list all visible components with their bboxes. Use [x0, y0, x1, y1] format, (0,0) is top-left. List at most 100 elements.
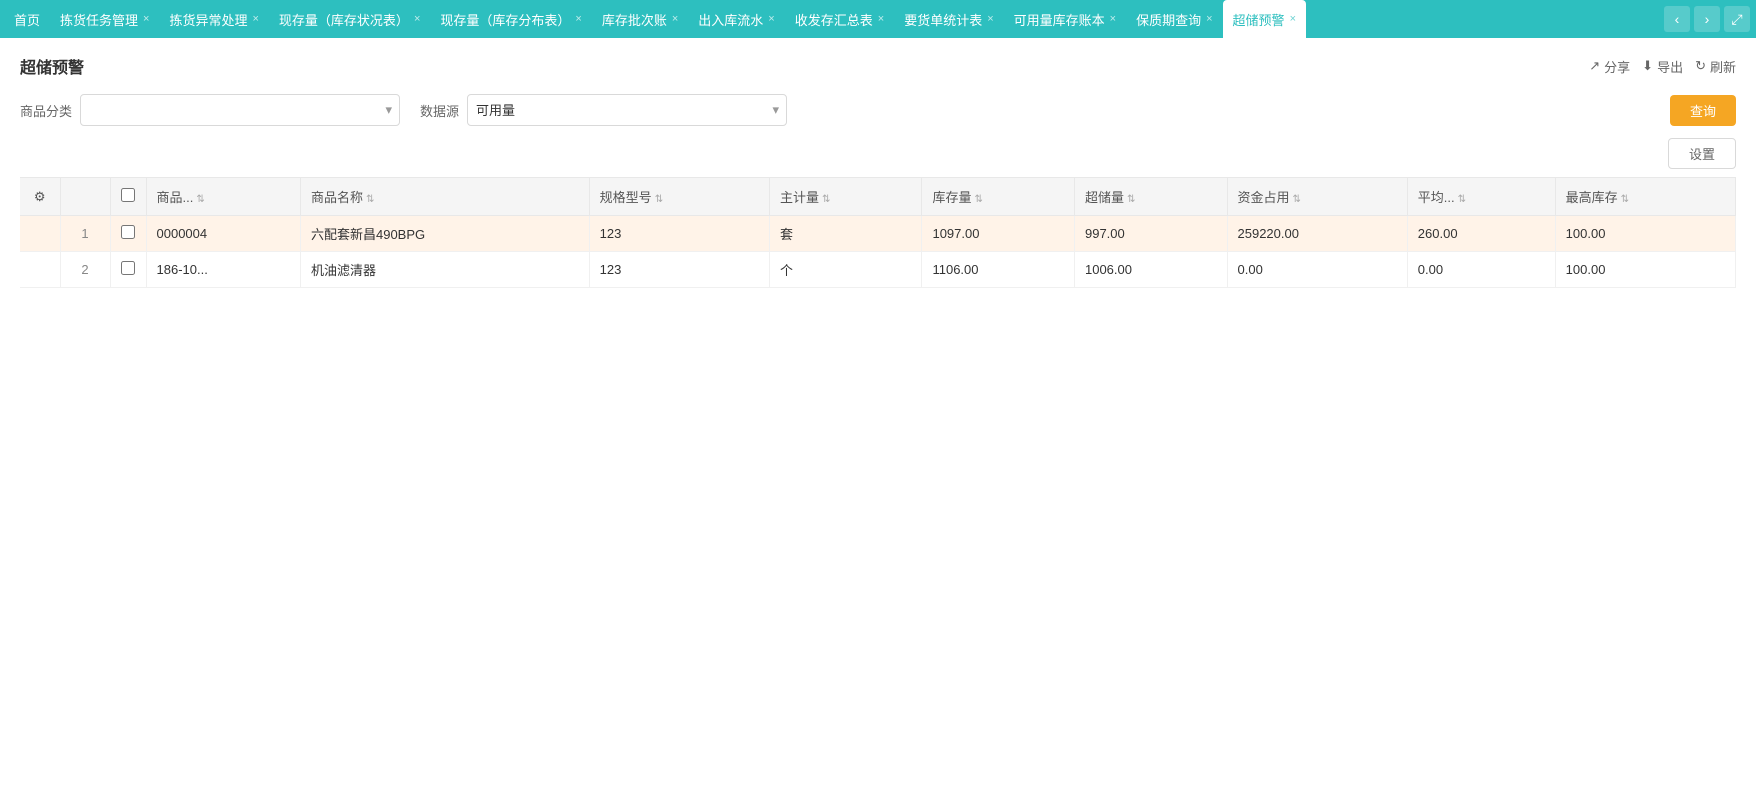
nav-prev-button[interactable]: ‹ [1664, 6, 1690, 32]
settings-col-header: ⚙ [20, 178, 60, 216]
page-header: 超储预警 ↗ 分享 ⬇ 导出 ↻ 刷新 [20, 54, 1736, 78]
refresh-icon: ↻ [1695, 58, 1706, 74]
sort-icon: ⇅ [974, 194, 982, 205]
nav-next-button[interactable]: › [1694, 6, 1720, 32]
nav-item-batch[interactable]: 库存批次账 × [592, 0, 688, 38]
checkbox-col-header [110, 178, 146, 216]
nav-item-stock-status[interactable]: 现存量（库存状况表） × [269, 0, 430, 38]
datasource-select[interactable]: 可用量 [467, 94, 787, 126]
share-button[interactable]: ↗ 分享 [1589, 57, 1630, 76]
close-icon[interactable]: × [672, 13, 678, 25]
nav-item-demand[interactable]: 要货单统计表 × [894, 0, 1003, 38]
close-icon[interactable]: × [1206, 13, 1212, 25]
nav-item-available[interactable]: 可用量库存账本 × [1004, 0, 1126, 38]
overstock-cell: 997.00 [1074, 216, 1227, 252]
capital-cell: 259220.00 [1227, 216, 1407, 252]
unit-col-header[interactable]: 主计量⇅ [769, 178, 922, 216]
stock-cell: 1106.00 [922, 252, 1075, 288]
row-index-cell: 2 [60, 252, 110, 288]
close-icon[interactable]: × [878, 13, 884, 25]
row-checkbox-cell [110, 216, 146, 252]
page-title: 超储预警 [20, 54, 84, 78]
max-stock-cell: 100.00 [1555, 216, 1735, 252]
category-select-wrapper [80, 94, 400, 126]
product-code-cell: 0000004 [146, 216, 300, 252]
unit-cell: 套 [769, 216, 922, 252]
sort-icon: ⇅ [1127, 194, 1135, 205]
close-icon[interactable]: × [252, 13, 258, 25]
spec-cell: 123 [589, 216, 769, 252]
overstock-col-header[interactable]: 超储量⇅ [1074, 178, 1227, 216]
stock-col-header[interactable]: 库存量⇅ [922, 178, 1075, 216]
close-icon[interactable]: × [414, 13, 420, 25]
nav-item-task[interactable]: 拣货任务管理 × [50, 0, 159, 38]
row-settings-cell [20, 216, 60, 252]
table-container: ⚙ 商品...⇅ 商品名称⇅ 规格型号⇅ [20, 177, 1736, 288]
table-header-row: ⚙ 商品...⇅ 商品名称⇅ 规格型号⇅ [20, 178, 1736, 216]
max-stock-cell: 100.00 [1555, 252, 1735, 288]
category-select[interactable] [80, 94, 400, 126]
spec-col-header[interactable]: 规格型号⇅ [589, 178, 769, 216]
nav-item-exception[interactable]: 拣货异常处理 × [159, 0, 268, 38]
stock-cell: 1097.00 [922, 216, 1075, 252]
close-icon[interactable]: × [1110, 13, 1116, 25]
datasource-label: 数据源 [420, 101, 459, 120]
product-code-cell: 186-10... [146, 252, 300, 288]
close-icon[interactable]: × [1290, 13, 1296, 25]
unit-cell: 个 [769, 252, 922, 288]
max-stock-col-header[interactable]: 最高库存⇅ [1555, 178, 1735, 216]
export-icon: ⬇ [1642, 58, 1653, 74]
filter-section: 商品分类 数据源 可用量 查询 设置 [20, 94, 1736, 169]
query-button[interactable]: 查询 [1670, 95, 1736, 126]
table-body: 1 0000004 六配套新昌490BPG 123 套 1097.00 997.… [20, 216, 1736, 288]
overstock-table: ⚙ 商品...⇅ 商品名称⇅ 规格型号⇅ [20, 177, 1736, 288]
gear-icon[interactable]: ⚙ [34, 189, 46, 204]
datasource-select-wrapper: 可用量 [467, 94, 787, 126]
product-code-col-header[interactable]: 商品...⇅ [146, 178, 300, 216]
overstock-cell: 1006.00 [1074, 252, 1227, 288]
capital-cell: 0.00 [1227, 252, 1407, 288]
row-checkbox-cell [110, 252, 146, 288]
index-col-header [60, 178, 110, 216]
row-settings-cell [20, 252, 60, 288]
main-content: 超储预警 ↗ 分享 ⬇ 导出 ↻ 刷新 商品分类 [0, 38, 1756, 800]
row-checkbox[interactable] [121, 225, 135, 239]
product-name-col-header[interactable]: 商品名称⇅ [300, 178, 589, 216]
sort-icon: ⇅ [196, 194, 204, 205]
category-filter-group: 商品分类 [20, 94, 400, 126]
category-label: 商品分类 [20, 101, 72, 120]
capital-col-header[interactable]: 资金占用⇅ [1227, 178, 1407, 216]
nav-item-overstock[interactable]: 超储预警 × [1223, 0, 1306, 38]
sort-icon: ⇅ [1621, 194, 1629, 205]
row-checkbox[interactable] [121, 261, 135, 275]
share-icon: ↗ [1589, 58, 1600, 74]
product-name-cell: 机油滤清器 [300, 252, 589, 288]
header-actions: ↗ 分享 ⬇ 导出 ↻ 刷新 [1589, 57, 1736, 76]
close-icon[interactable]: × [575, 13, 581, 25]
filter-main-row: 商品分类 数据源 可用量 查询 [20, 94, 1736, 126]
nav-item-summary[interactable]: 收发存汇总表 × [785, 0, 894, 38]
spec-cell: 123 [589, 252, 769, 288]
close-icon[interactable]: × [143, 13, 149, 25]
close-icon[interactable]: × [768, 13, 774, 25]
top-navigation: 首页 拣货任务管理 × 拣货异常处理 × 现存量（库存状况表） × 现存量（库存… [0, 0, 1756, 38]
select-all-checkbox[interactable] [121, 188, 135, 202]
row-index-cell: 1 [60, 216, 110, 252]
settings-button[interactable]: 设置 [1668, 138, 1736, 169]
sort-icon: ⇅ [1293, 194, 1301, 205]
avg-cell: 260.00 [1407, 216, 1555, 252]
table-row: 2 186-10... 机油滤清器 123 个 1106.00 1006.00 … [20, 252, 1736, 288]
export-button[interactable]: ⬇ 导出 [1642, 57, 1683, 76]
close-icon[interactable]: × [987, 13, 993, 25]
nav-item-expiry[interactable]: 保质期查询 × [1126, 0, 1222, 38]
product-name-cell: 六配套新昌490BPG [300, 216, 589, 252]
nav-expand-button[interactable]: ⤢ [1724, 6, 1750, 32]
refresh-button[interactable]: ↻ 刷新 [1695, 57, 1736, 76]
nav-item-home[interactable]: 首页 [4, 0, 50, 38]
nav-item-flow[interactable]: 出入库流水 × [688, 0, 784, 38]
avg-col-header[interactable]: 平均...⇅ [1407, 178, 1555, 216]
nav-item-stock-dist[interactable]: 现存量（库存分布表） × [430, 0, 591, 38]
datasource-filter-group: 数据源 可用量 [420, 94, 787, 126]
table-row: 1 0000004 六配套新昌490BPG 123 套 1097.00 997.… [20, 216, 1736, 252]
sort-icon: ⇅ [1458, 194, 1466, 205]
